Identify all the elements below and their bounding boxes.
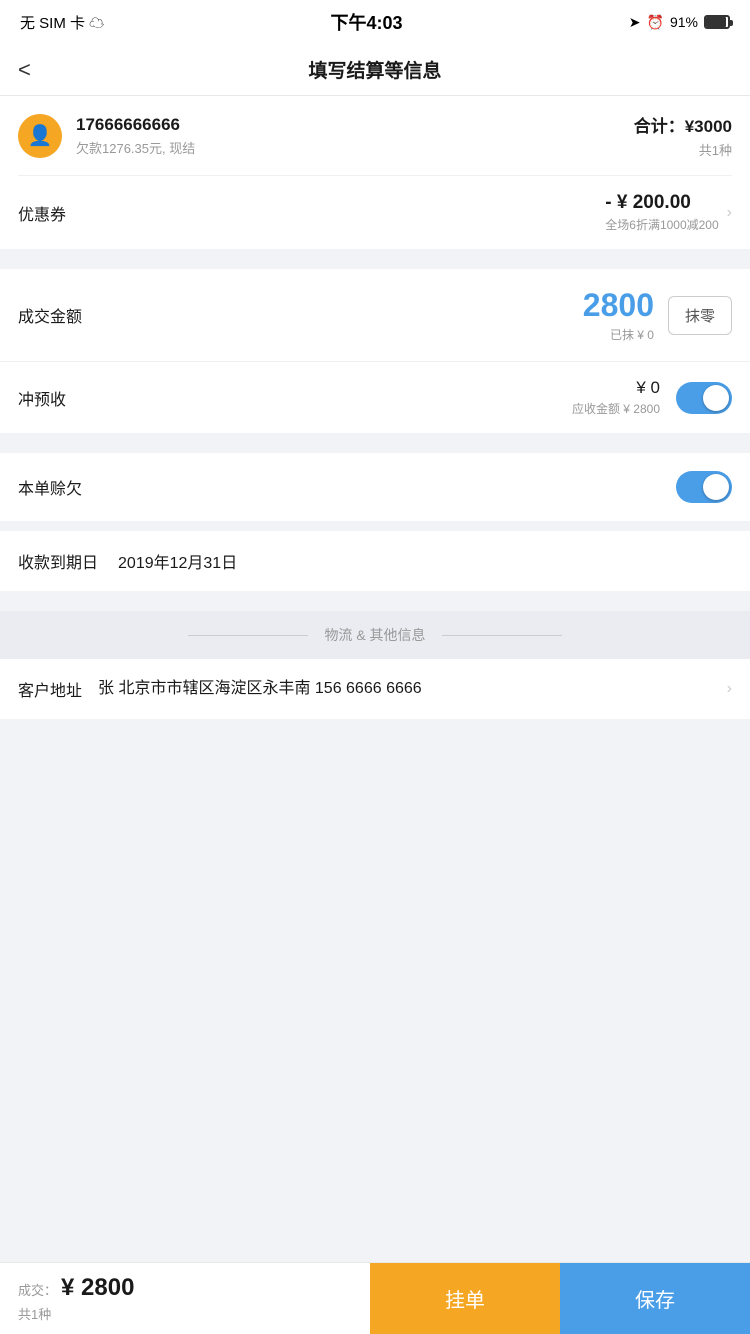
coupon-row[interactable]: 优惠券 - ¥ 200.00 全场6折满1000减200 › bbox=[0, 176, 750, 249]
debt-toggle[interactable] bbox=[676, 471, 732, 503]
customer-phone: 17666666666 bbox=[76, 115, 195, 135]
gray-divider-3 bbox=[0, 601, 750, 611]
prepay-row: 冲预收 ¥ 0 应收金额 ¥ 2800 bbox=[0, 361, 750, 433]
customer-sub: 欠款1276.35元, 现结 bbox=[76, 138, 195, 157]
footer-deal-line: 成交： ¥ 2800 bbox=[18, 1274, 352, 1302]
nav-bar: < 填写结算等信息 bbox=[0, 44, 750, 96]
address-value: 张 北京市市辖区海淀区永丰南 156 6666 6666 bbox=[98, 677, 717, 701]
footer-deal-label: 成交： bbox=[18, 1280, 57, 1299]
deal-amount-label: 成交金额 bbox=[18, 303, 82, 327]
due-date-row: 收款到期日 2019年12月31日 bbox=[0, 531, 750, 591]
prepay-sub: 应收金额 ¥ 2800 bbox=[572, 400, 660, 417]
coupon-chevron-icon: › bbox=[727, 204, 732, 222]
status-bar: 无 SIM 卡 ☁ 下午4:03 ➤ ⏰ 91% bbox=[0, 0, 750, 44]
address-row[interactable]: 客户地址 张 北京市市辖区海淀区永丰南 156 6666 6666 › bbox=[0, 659, 750, 719]
section-header-line-left bbox=[188, 635, 308, 636]
deal-amount-value: 2800 bbox=[583, 287, 654, 324]
debt-toggle-knob bbox=[703, 474, 729, 500]
footer-info: 成交： ¥ 2800 共1种 bbox=[0, 1274, 370, 1323]
no-sim-text: 无 SIM 卡 ☁ bbox=[20, 12, 104, 33]
section-header: 物流 & 其他信息 bbox=[0, 611, 750, 659]
customer-card: 👤 17666666666 欠款1276.35元, 现结 合计：¥3000 共1… bbox=[0, 96, 750, 249]
footer-count: 共1种 bbox=[18, 1304, 352, 1323]
prepay-toggle[interactable] bbox=[676, 382, 732, 414]
content-area: 👤 17666666666 欠款1276.35元, 现结 合计：¥3000 共1… bbox=[0, 96, 750, 799]
alarm-icon: ⏰ bbox=[647, 14, 664, 31]
due-date-label: 收款到期日 bbox=[18, 549, 98, 573]
due-date-value: 2019年12月31日 bbox=[118, 549, 237, 573]
battery-icon bbox=[704, 15, 730, 29]
customer-info: 17666666666 欠款1276.35元, 现结 bbox=[76, 115, 195, 157]
customer-right: 合计：¥3000 共1种 bbox=[634, 112, 732, 159]
navigation-icon: ➤ bbox=[629, 14, 641, 31]
status-right: ➤ ⏰ 91% bbox=[629, 14, 730, 31]
bottom-spacer bbox=[0, 719, 750, 799]
total-sub: 共1种 bbox=[634, 140, 732, 159]
prepay-right: ¥ 0 应收金额 ¥ 2800 bbox=[572, 378, 732, 417]
address-chevron-icon: › bbox=[727, 680, 732, 698]
coupon-right: - ¥ 200.00 全场6折满1000减200 › bbox=[605, 192, 732, 233]
round-off-button[interactable]: 抹零 bbox=[668, 296, 732, 335]
customer-row: 👤 17666666666 欠款1276.35元, 现结 合计：¥3000 共1… bbox=[0, 96, 750, 175]
debt-row: 本单赊欠 bbox=[0, 453, 750, 521]
prepay-amount-block: ¥ 0 应收金额 ¥ 2800 bbox=[572, 378, 660, 417]
save-button[interactable]: 保存 bbox=[560, 1263, 750, 1334]
gray-divider-1 bbox=[0, 259, 750, 269]
page-title: 填写结算等信息 bbox=[308, 56, 441, 83]
deal-right: 2800 已抹 ¥ 0 抹零 bbox=[583, 287, 732, 343]
coupon-amount: - ¥ 200.00 bbox=[605, 192, 718, 214]
battery-text: 91% bbox=[670, 14, 698, 30]
avatar: 👤 bbox=[18, 114, 62, 158]
footer-amount: ¥ 2800 bbox=[61, 1274, 134, 1302]
prepay-label: 冲预收 bbox=[18, 386, 66, 410]
deal-amount-sub: 已抹 ¥ 0 bbox=[583, 326, 654, 343]
gray-divider-2 bbox=[0, 443, 750, 453]
total-amount: 合计：¥3000 bbox=[634, 112, 732, 137]
status-left: 无 SIM 卡 ☁ bbox=[20, 12, 104, 33]
coupon-value-block: - ¥ 200.00 全场6折满1000减200 bbox=[605, 192, 718, 233]
deal-card: 成交金额 2800 已抹 ¥ 0 抹零 冲预收 ¥ 0 应收金额 ¥ 2800 bbox=[0, 269, 750, 433]
prepay-amount: ¥ 0 bbox=[572, 378, 660, 398]
section-header-line-right bbox=[442, 635, 562, 636]
deal-amount-block: 2800 已抹 ¥ 0 bbox=[583, 287, 654, 343]
footer: 成交： ¥ 2800 共1种 挂单 保存 bbox=[0, 1262, 750, 1334]
avatar-icon: 👤 bbox=[28, 123, 53, 148]
deal-amount-row: 成交金额 2800 已抹 ¥ 0 抹零 bbox=[0, 269, 750, 361]
section-header-text: 物流 & 其他信息 bbox=[324, 625, 425, 645]
status-time: 下午4:03 bbox=[330, 9, 402, 35]
coupon-desc: 全场6折满1000减200 bbox=[605, 216, 718, 233]
back-button[interactable]: < bbox=[18, 57, 31, 83]
address-label: 客户地址 bbox=[18, 677, 88, 701]
toggle-knob bbox=[703, 385, 729, 411]
debt-label: 本单赊欠 bbox=[18, 475, 82, 499]
customer-left: 👤 17666666666 欠款1276.35元, 现结 bbox=[18, 114, 195, 158]
coupon-label: 优惠券 bbox=[18, 201, 66, 225]
hang-button[interactable]: 挂单 bbox=[370, 1263, 560, 1334]
